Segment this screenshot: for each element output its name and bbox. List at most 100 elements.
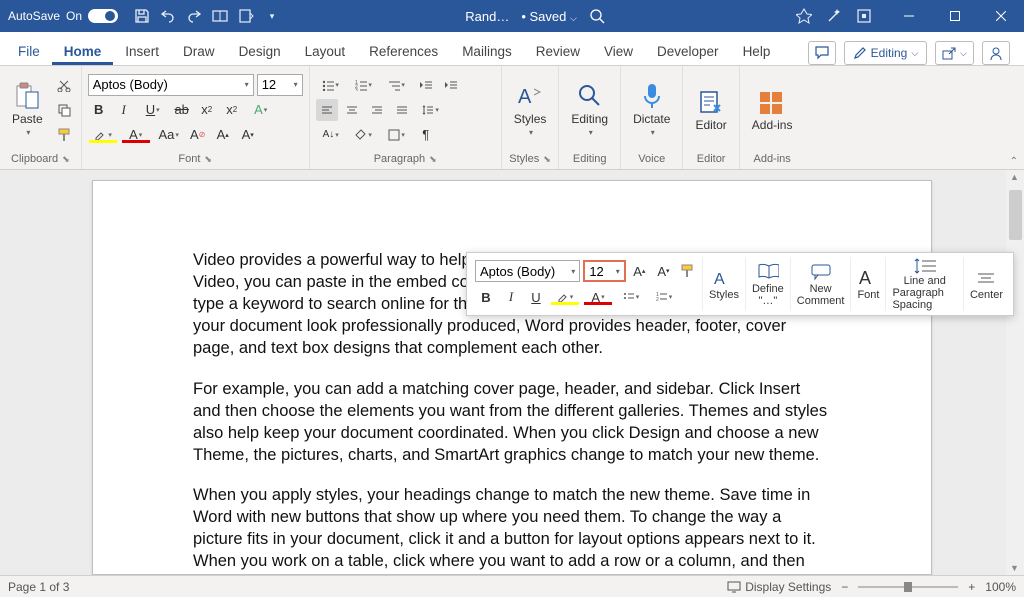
- change-case-button[interactable]: Aa▾: [154, 124, 184, 146]
- comments-button[interactable]: [808, 41, 836, 65]
- multilevel-button[interactable]: ▾: [382, 74, 412, 96]
- mini-format-painter[interactable]: [677, 260, 698, 282]
- page-indicator[interactable]: Page 1 of 3: [8, 580, 69, 594]
- paragraph-3[interactable]: When you apply styles, your headings cha…: [193, 484, 831, 575]
- share-button[interactable]: ⌵: [935, 41, 974, 65]
- clear-formatting-button[interactable]: A⊘: [187, 124, 209, 146]
- mini-comment-button[interactable]: New Comment: [791, 257, 852, 311]
- cut-button[interactable]: [53, 74, 75, 96]
- maximize-button[interactable]: [932, 0, 978, 32]
- autosave[interactable]: AutoSave On: [0, 9, 126, 23]
- sort-button[interactable]: A↓▾: [316, 124, 346, 146]
- mini-grow-font[interactable]: A▴: [629, 260, 650, 282]
- font-size-combo[interactable]: 12▾: [257, 74, 303, 96]
- mini-center-button[interactable]: Center: [964, 257, 1009, 311]
- page[interactable]: Video provides a powerful way to help yo…: [92, 180, 932, 575]
- editing-button[interactable]: Editing▾: [565, 70, 614, 150]
- mini-italic[interactable]: I: [500, 286, 522, 308]
- mini-underline[interactable]: U: [525, 286, 547, 308]
- shrink-font-button[interactable]: A▾: [237, 124, 259, 146]
- zoom-value[interactable]: 100%: [985, 580, 1016, 594]
- qat-icon-3[interactable]: [212, 8, 228, 24]
- mini-numbering[interactable]: 12▾: [649, 286, 679, 308]
- magic-icon[interactable]: [826, 8, 842, 24]
- clipboard-launcher[interactable]: ⬊: [62, 154, 70, 165]
- paste-button[interactable]: Paste ▾: [6, 70, 49, 150]
- addins-button[interactable]: Add-ins: [746, 70, 799, 150]
- line-spacing-button[interactable]: ▾: [416, 99, 446, 121]
- align-right-button[interactable]: [366, 99, 388, 121]
- font-name-combo[interactable]: Aptos (Body)▾: [88, 74, 254, 96]
- editing-mode-button[interactable]: Editing⌵: [844, 41, 928, 65]
- tab-draw[interactable]: Draw: [171, 38, 227, 65]
- align-left-button[interactable]: [316, 99, 338, 121]
- editor-button[interactable]: Editor: [689, 70, 732, 150]
- saved-indicator[interactable]: • Saved ⌵: [521, 9, 576, 24]
- numbering-button[interactable]: 123▾: [349, 74, 379, 96]
- scroll-down-icon[interactable]: ▼: [1010, 563, 1019, 573]
- mini-size-combo[interactable]: 12▾: [583, 260, 626, 282]
- font-launcher[interactable]: ⬊: [204, 154, 212, 165]
- tab-view[interactable]: View: [592, 38, 645, 65]
- paragraph-launcher[interactable]: ⬊: [429, 154, 437, 165]
- tab-design[interactable]: Design: [227, 38, 293, 65]
- app-icon[interactable]: [856, 8, 872, 24]
- grow-font-button[interactable]: A▴: [212, 124, 234, 146]
- mini-font-color[interactable]: A▾: [583, 286, 613, 308]
- undo-icon[interactable]: [160, 8, 176, 24]
- display-settings[interactable]: Display Settings: [727, 580, 831, 594]
- italic-button[interactable]: I: [113, 99, 135, 121]
- styles-launcher[interactable]: ⬊: [543, 154, 551, 165]
- borders-button[interactable]: ▾: [382, 124, 412, 146]
- tab-mailings[interactable]: Mailings: [450, 38, 524, 65]
- tab-insert[interactable]: Insert: [113, 38, 171, 65]
- autosave-toggle[interactable]: [88, 9, 118, 23]
- superscript-button[interactable]: x2: [221, 99, 243, 121]
- zoom-out-button[interactable]: −: [841, 580, 848, 594]
- increase-indent-button[interactable]: [440, 74, 462, 96]
- show-marks-button[interactable]: ¶: [415, 124, 437, 146]
- mini-spacing-button[interactable]: Line and Paragraph Spacing: [886, 257, 964, 311]
- account-button[interactable]: [982, 41, 1010, 65]
- dictate-button[interactable]: Dictate▾: [627, 70, 676, 150]
- decrease-indent-button[interactable]: [415, 74, 437, 96]
- shading-button[interactable]: ▾: [349, 124, 379, 146]
- mini-styles-button[interactable]: A Styles: [703, 257, 746, 311]
- text-effects-button[interactable]: A▾: [246, 99, 276, 121]
- highlight-button[interactable]: ▾: [88, 124, 118, 146]
- scroll-thumb[interactable]: [1009, 190, 1022, 240]
- mini-bullets[interactable]: ▾: [616, 286, 646, 308]
- tab-review[interactable]: Review: [524, 38, 592, 65]
- save-icon[interactable]: [134, 8, 150, 24]
- search-icon[interactable]: [589, 8, 605, 24]
- bullets-button[interactable]: ▾: [316, 74, 346, 96]
- redo-icon[interactable]: [186, 8, 202, 24]
- minimize-button[interactable]: [886, 0, 932, 32]
- premium-icon[interactable]: [796, 8, 812, 24]
- qat-more-icon[interactable]: ▾: [264, 8, 280, 24]
- mini-font-button[interactable]: A Font: [851, 257, 886, 311]
- underline-button[interactable]: U▾: [138, 99, 168, 121]
- mini-shrink-font[interactable]: A▾: [653, 260, 674, 282]
- font-color-button[interactable]: A▾: [121, 124, 151, 146]
- collapse-ribbon-icon[interactable]: ⌃: [1010, 156, 1018, 167]
- mini-font-combo[interactable]: Aptos (Body)▾: [475, 260, 580, 282]
- vertical-scrollbar[interactable]: ▲ ▼: [1006, 170, 1024, 575]
- justify-button[interactable]: [391, 99, 413, 121]
- zoom-in-button[interactable]: +: [968, 580, 975, 594]
- styles-button[interactable]: A Styles▾: [508, 70, 553, 150]
- bold-button[interactable]: B: [88, 99, 110, 121]
- copy-button[interactable]: [53, 99, 75, 121]
- align-center-button[interactable]: [341, 99, 363, 121]
- strikethrough-button[interactable]: ab: [171, 99, 193, 121]
- tab-file[interactable]: File: [6, 38, 52, 65]
- qat-icon-4[interactable]: [238, 8, 254, 24]
- tab-developer[interactable]: Developer: [645, 38, 731, 65]
- tab-references[interactable]: References: [357, 38, 450, 65]
- tab-help[interactable]: Help: [731, 38, 783, 65]
- zoom-slider[interactable]: [858, 586, 958, 588]
- mini-define-button[interactable]: Define "…": [746, 257, 791, 311]
- scroll-up-icon[interactable]: ▲: [1010, 172, 1019, 182]
- subscript-button[interactable]: x2: [196, 99, 218, 121]
- tab-home[interactable]: Home: [52, 38, 114, 65]
